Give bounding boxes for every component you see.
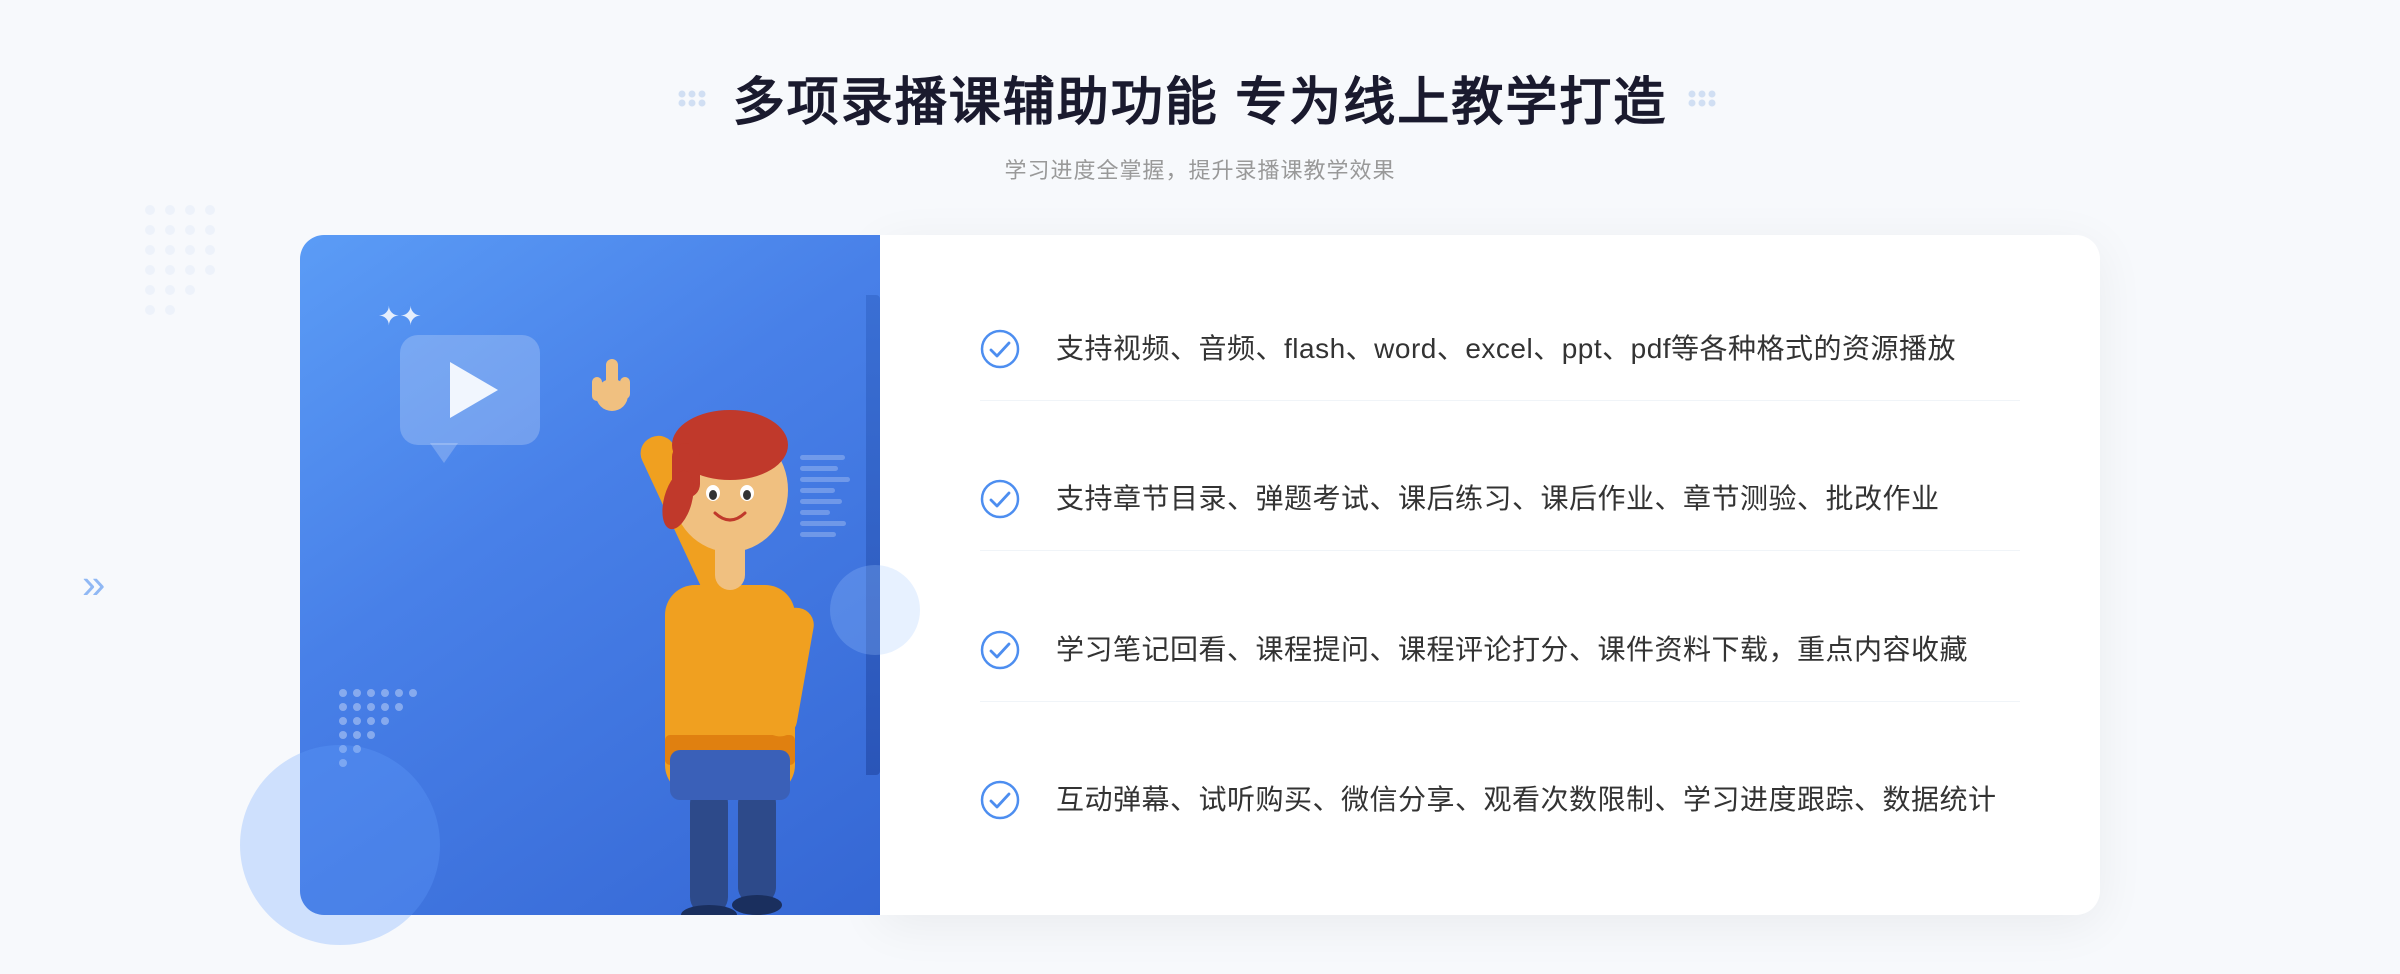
large-blue-circle bbox=[240, 745, 440, 945]
play-bubble bbox=[400, 335, 540, 445]
check-icon-2 bbox=[980, 479, 1020, 519]
check-icon-3 bbox=[980, 630, 1020, 670]
left-chevron-decoration: » bbox=[82, 560, 97, 608]
main-title: 多项录播课辅助功能 专为线上教学打造 bbox=[733, 60, 1667, 135]
page-container: » 多项录播课辅助功能 专为线上教学打造 bbox=[0, 0, 2400, 974]
feature-item-1: 支持视频、音频、flash、word、excel、ppt、pdf等各种格式的资源… bbox=[980, 299, 2020, 401]
sparkle-dots: ✦✦ bbox=[378, 301, 422, 332]
left-title-dots bbox=[677, 89, 713, 107]
feature-text-2: 支持章节目录、弹题考试、课后练习、课后作业、章节测验、批改作业 bbox=[1056, 477, 1940, 522]
play-triangle-icon bbox=[450, 362, 498, 418]
feature-text-3: 学习笔记回看、课程提问、课程评论打分、课件资料下载，重点内容收藏 bbox=[1056, 628, 1968, 673]
feature-item-3: 学习笔记回看、课程提问、课程评论打分、课件资料下载，重点内容收藏 bbox=[980, 600, 2020, 702]
subtitle: 学习进度全掌握，提升录播课教学效果 bbox=[677, 153, 1723, 185]
feature-text-1: 支持视频、音频、flash、word、excel、ppt、pdf等各种格式的资源… bbox=[1056, 327, 1956, 372]
feature-text-4: 互动弹幕、试听购买、微信分享、观看次数限制、学习进度跟踪、数据统计 bbox=[1056, 778, 1997, 823]
right-title-dots bbox=[1687, 89, 1723, 107]
person-illustration bbox=[570, 345, 890, 915]
title-row: 多项录播课辅助功能 专为线上教学打造 bbox=[677, 60, 1723, 135]
check-icon-1 bbox=[980, 329, 1020, 369]
illustration-panel: ✦✦ bbox=[300, 235, 880, 915]
check-icon-4 bbox=[980, 780, 1020, 820]
header-section: 多项录播课辅助功能 专为线上教学打造 学习进度全掌握，提升录播课教学效果 bbox=[677, 60, 1723, 185]
feature-item-4: 互动弹幕、试听购买、微信分享、观看次数限制、学习进度跟踪、数据统计 bbox=[980, 750, 2020, 851]
bg-dots-left bbox=[140, 200, 300, 360]
features-panel: 支持视频、音频、flash、word、excel、ppt、pdf等各种格式的资源… bbox=[880, 235, 2100, 915]
main-content: ✦✦ bbox=[300, 235, 2100, 915]
feature-item-2: 支持章节目录、弹题考试、课后练习、课后作业、章节测验、批改作业 bbox=[980, 449, 2020, 551]
